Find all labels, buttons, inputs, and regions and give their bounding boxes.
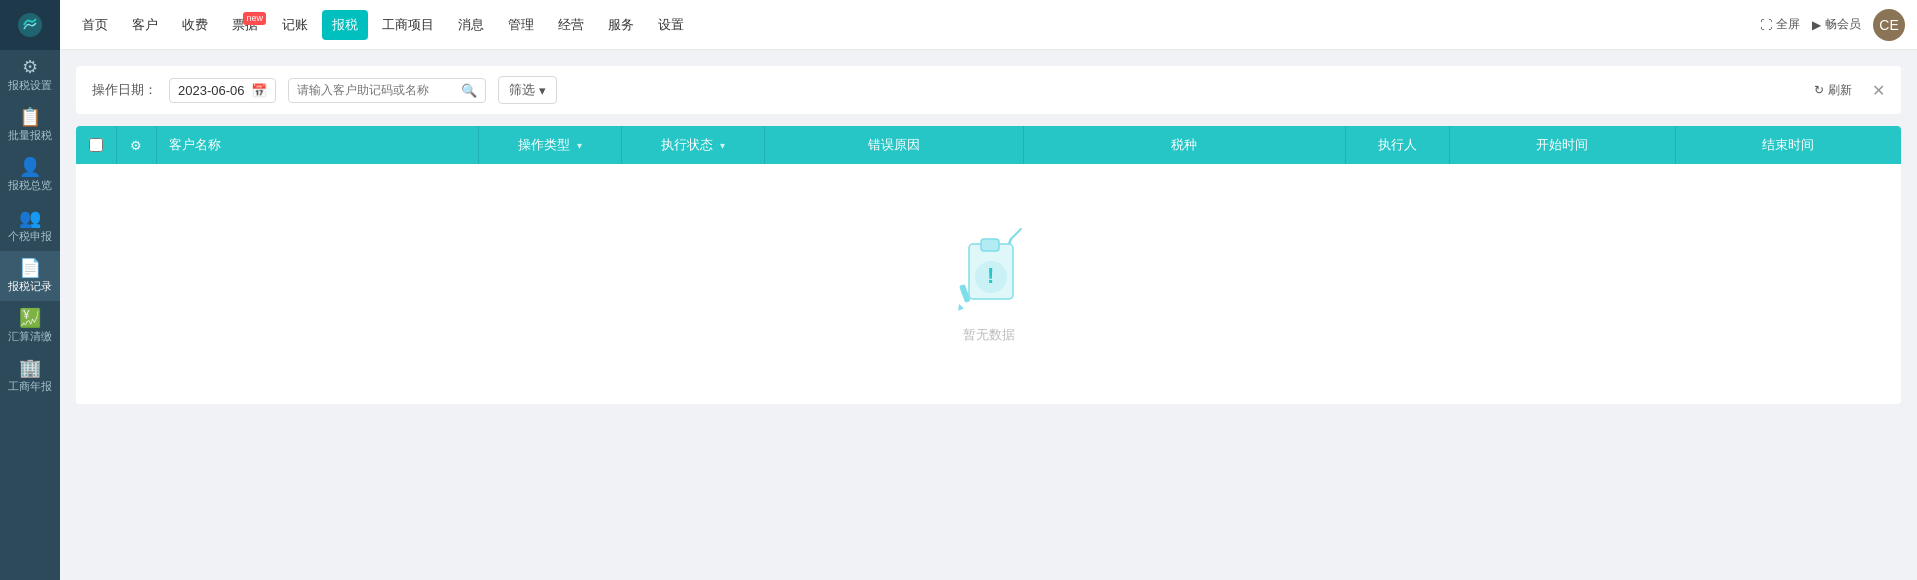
th-error-reason: 错误原因 <box>765 126 1023 164</box>
th-end-time: 结束时间 <box>1675 126 1901 164</box>
topnav-item-settings[interactable]: 设置 <box>648 10 694 40</box>
svg-marker-8 <box>956 303 964 311</box>
sidebar-item-annual-report[interactable]: 🏢 工商年报 <box>0 351 60 401</box>
fullscreen-btn[interactable]: ⛶ 全屏 <box>1760 16 1800 33</box>
sidebar-item-tax-overview[interactable]: 👤 报税总览 <box>0 150 60 200</box>
th-settings: ⚙ <box>116 126 156 164</box>
topnav: 首页 客户 收费 票据 new 记账 报税 工商项目 消息 管理 经营 服务 设… <box>60 0 1917 50</box>
empty-state: ! 暂无数据 <box>76 164 1901 404</box>
tax-records-icon: 📄 <box>19 259 41 277</box>
settings-icon[interactable]: ⚙ <box>130 138 142 153</box>
th-checkbox <box>76 126 116 164</box>
avatar[interactable]: CE <box>1873 9 1905 41</box>
search-input[interactable] <box>297 83 457 97</box>
select-all-checkbox[interactable] <box>89 138 103 152</box>
table-header-row: ⚙ 客户名称 操作类型 ▾ 执行状态 ▾ <box>76 126 1901 164</box>
filter-label-text: 筛选 <box>509 81 535 99</box>
svg-line-2 <box>1009 239 1011 244</box>
batch-tax-icon: 📋 <box>19 108 41 126</box>
settlement-icon: 💹 <box>19 309 41 327</box>
page-content: 操作日期： 2023-06-06 📅 🔍 筛选 ▾ ↻ 刷新 <box>60 50 1917 580</box>
sidebar-logo <box>0 0 60 50</box>
th-tax-type: 税种 <box>1023 126 1346 164</box>
topnav-item-business[interactable]: 工商项目 <box>372 10 444 40</box>
new-badge: new <box>243 12 266 25</box>
sidebar-item-batch-tax[interactable]: 📋 批量报税 <box>0 100 60 150</box>
refresh-icon: ↻ <box>1814 83 1824 97</box>
th-operation-type: 操作类型 ▾ <box>479 126 622 164</box>
date-picker[interactable]: 2023-06-06 📅 <box>169 78 276 103</box>
topnav-item-invoice[interactable]: 票据 new <box>222 10 268 40</box>
topnav-item-service[interactable]: 服务 <box>598 10 644 40</box>
sidebar-item-personal-tax[interactable]: 👥 个税申报 <box>0 201 60 251</box>
table-body: ! 暂无数据 <box>76 164 1901 404</box>
th-exec-status: 执行状态 ▾ <box>622 126 765 164</box>
refresh-button[interactable]: ↻ 刷新 <box>1814 82 1852 99</box>
personal-tax-icon: 👥 <box>19 209 41 227</box>
calendar-icon: 📅 <box>251 83 267 98</box>
tax-settings-icon: ⚙ <box>22 58 38 76</box>
date-label: 操作日期： <box>92 81 157 99</box>
topnav-item-message[interactable]: 消息 <box>448 10 494 40</box>
sidebar-item-settlement[interactable]: 💹 汇算清缴 <box>0 301 60 351</box>
chevron-down-icon: ▾ <box>539 83 546 98</box>
search-wrap: 🔍 <box>288 78 486 103</box>
sidebar-item-tax-records[interactable]: 📄 报税记录 <box>0 251 60 301</box>
date-value: 2023-06-06 <box>178 83 245 98</box>
content: 操作日期： 2023-06-06 📅 🔍 筛选 ▾ ↻ 刷新 <box>60 50 1917 580</box>
svg-rect-4 <box>981 239 999 251</box>
close-button[interactable]: ✕ <box>1872 81 1885 100</box>
fullscreen-icon: ⛶ <box>1760 18 1772 32</box>
search-icon: 🔍 <box>461 83 477 98</box>
topnav-item-tax[interactable]: 报税 <box>322 10 368 40</box>
topnav-item-management[interactable]: 管理 <box>498 10 544 40</box>
svg-line-1 <box>1011 229 1021 239</box>
sort-icon-status: ▾ <box>720 140 725 151</box>
sidebar: ⚙ 报税设置 📋 批量报税 👤 报税总览 👥 个税申报 📄 报税记录 💹 汇算清… <box>0 0 60 580</box>
topnav-item-home[interactable]: 首页 <box>72 10 118 40</box>
vip-btn[interactable]: ▶ 畅会员 <box>1812 16 1861 33</box>
records-table: ⚙ 客户名称 操作类型 ▾ 执行状态 ▾ <box>76 126 1901 404</box>
svg-text:!: ! <box>987 263 994 288</box>
topnav-items: 首页 客户 收费 票据 new 记账 报税 工商项目 消息 管理 经营 服务 设… <box>72 10 1760 40</box>
topnav-item-operation[interactable]: 经营 <box>548 10 594 40</box>
empty-illustration: ! <box>949 224 1029 314</box>
th-customer-name: 客户名称 <box>156 126 479 164</box>
empty-row: ! 暂无数据 <box>76 164 1901 404</box>
filter-bar: 操作日期： 2023-06-06 📅 🔍 筛选 ▾ ↻ 刷新 <box>76 66 1901 114</box>
th-executor: 执行人 <box>1346 126 1449 164</box>
empty-text: 暂无数据 <box>963 326 1015 344</box>
annual-report-icon: 🏢 <box>19 359 41 377</box>
sort-icon-operation: ▾ <box>577 140 582 151</box>
main-area: 首页 客户 收费 票据 new 记账 报税 工商项目 消息 管理 经营 服务 设… <box>60 0 1917 580</box>
topnav-item-bookkeeping[interactable]: 记账 <box>272 10 318 40</box>
topnav-item-customer[interactable]: 客户 <box>122 10 168 40</box>
sidebar-item-tax-settings[interactable]: ⚙ 报税设置 <box>0 50 60 100</box>
table-wrap: ⚙ 客户名称 操作类型 ▾ 执行状态 ▾ <box>76 126 1901 404</box>
topnav-item-collection[interactable]: 收费 <box>172 10 218 40</box>
vip-icon: ▶ <box>1812 18 1821 32</box>
topnav-right: ⛶ 全屏 ▶ 畅会员 CE <box>1760 9 1905 41</box>
tax-overview-icon: 👤 <box>19 158 41 176</box>
th-start-time: 开始时间 <box>1449 126 1675 164</box>
filter-button[interactable]: 筛选 ▾ <box>498 76 557 104</box>
